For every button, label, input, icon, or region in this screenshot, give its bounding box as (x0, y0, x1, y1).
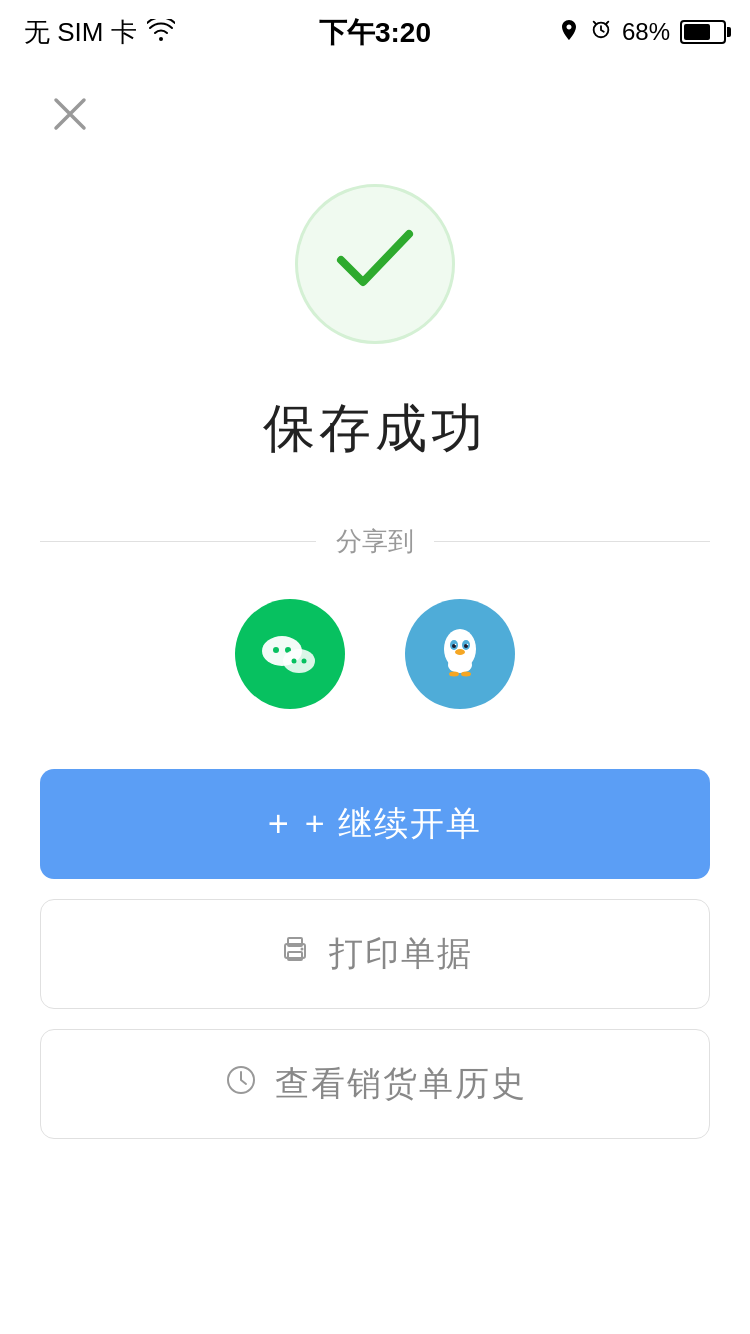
history-label: 查看销货单历史 (275, 1061, 527, 1107)
clock-icon (223, 1062, 259, 1106)
close-button[interactable] (40, 84, 100, 144)
svg-point-2 (273, 647, 279, 653)
continue-label: + 继续开单 (305, 801, 482, 847)
status-right: 68% (558, 18, 726, 46)
no-sim-text: 无 SIM 卡 (24, 15, 137, 50)
svg-point-16 (449, 672, 459, 677)
svg-point-13 (467, 644, 469, 646)
battery-percent: 68% (622, 18, 670, 46)
share-icons (40, 599, 710, 709)
status-left: 无 SIM 卡 (24, 15, 175, 50)
divider-line-right (434, 541, 710, 542)
svg-point-5 (292, 659, 297, 664)
svg-point-21 (301, 948, 304, 951)
checkmark-icon (335, 224, 415, 304)
share-section: 分享到 (40, 524, 710, 709)
svg-point-14 (455, 649, 465, 655)
print-button[interactable]: 打印单据 (40, 899, 710, 1009)
alarm-icon (590, 18, 612, 46)
svg-point-6 (302, 659, 307, 664)
status-time: 下午3:20 (319, 14, 431, 52)
close-button-container (40, 84, 710, 144)
history-button[interactable]: 查看销货单历史 (40, 1029, 710, 1139)
main-content: 保存成功 分享到 (0, 64, 750, 1139)
success-title: 保存成功 (263, 394, 487, 464)
battery-fill (684, 24, 710, 40)
plus-icon: + (268, 803, 289, 845)
location-icon (558, 18, 580, 46)
share-label: 分享到 (336, 524, 414, 559)
printer-icon (277, 932, 313, 976)
wifi-icon (147, 17, 175, 48)
status-bar: 无 SIM 卡 下午3:20 68% (0, 0, 750, 64)
success-circle (295, 184, 455, 344)
battery-icon (680, 20, 726, 44)
svg-point-10 (455, 644, 457, 646)
svg-point-15 (448, 657, 472, 673)
wechat-share-button[interactable] (235, 599, 345, 709)
share-divider: 分享到 (40, 524, 710, 559)
divider-line-left (40, 541, 316, 542)
svg-point-4 (283, 649, 315, 673)
qq-share-button[interactable] (405, 599, 515, 709)
action-buttons: + + 继续开单 打印单据 查看销货单历 (40, 769, 710, 1139)
svg-point-17 (461, 672, 471, 677)
print-label: 打印单据 (329, 931, 473, 977)
continue-button[interactable]: + + 继续开单 (40, 769, 710, 879)
